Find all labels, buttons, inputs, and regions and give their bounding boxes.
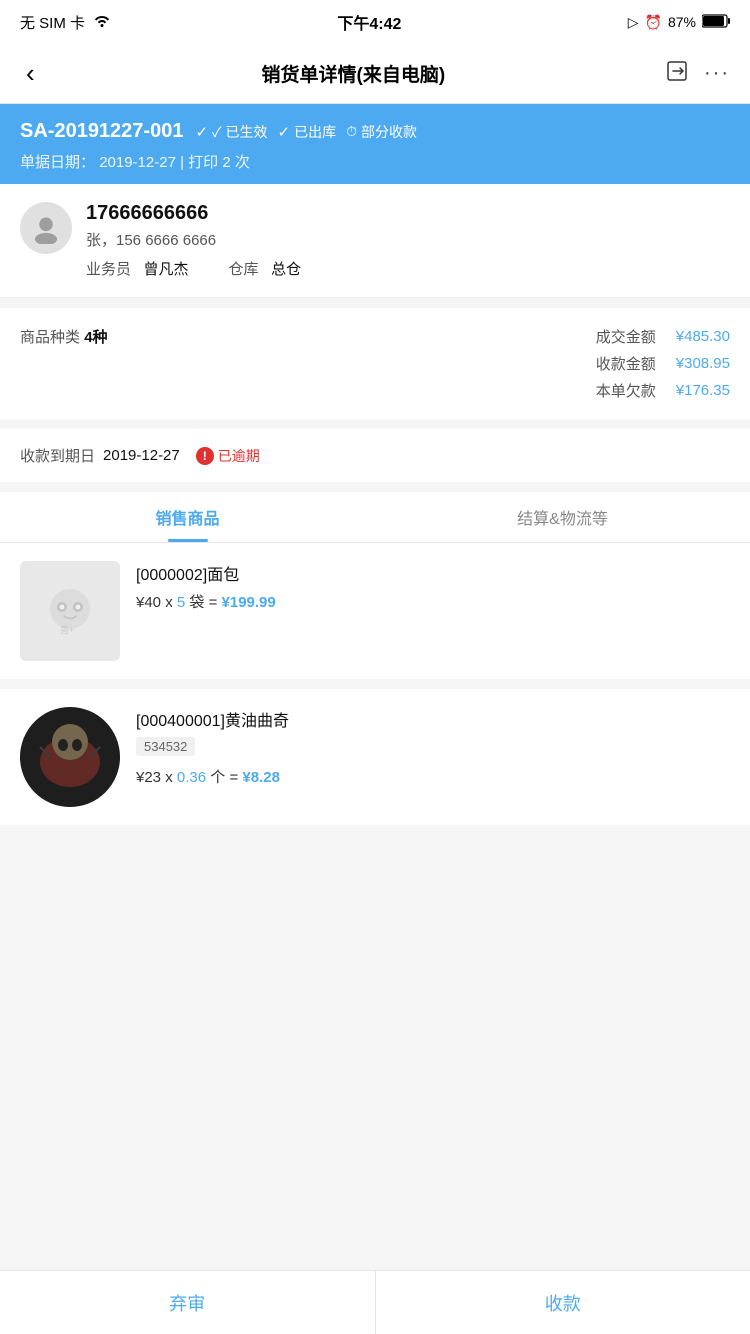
more-button[interactable]: ··· — [704, 62, 730, 85]
status-bar: 无 SIM 卡 下午4:42 ▷ ⏰ 87% — [0, 0, 750, 44]
back-button[interactable]: ‹ — [20, 58, 41, 89]
wifi-icon — [93, 13, 111, 31]
order-date: 单据日期： 2019-12-27 | 打印 2 次 — [20, 151, 730, 172]
badge-shipped: ✓ 已出库 — [278, 122, 337, 142]
badge-partial: ⏱ 部分收款 — [346, 122, 417, 142]
deal-label: 成交金额 — [596, 326, 656, 347]
battery-icon — [702, 14, 730, 31]
tab-sales-products[interactable]: 销售商品 — [0, 492, 375, 542]
warehouse-name: 总仓 — [271, 261, 301, 278]
tab-settlement[interactable]: 结算&物流等 — [375, 492, 750, 542]
collect-payment-button[interactable]: 收款 — [376, 1271, 750, 1334]
deal-amount: ¥485.30 — [676, 328, 730, 345]
overdue-text: 已逾期 — [218, 446, 260, 466]
product-price-1: ¥40 x 5 袋 = ¥199.99 — [136, 591, 730, 612]
customer-section: 17666666666 张，156 6666 6666 业务员 曾凡杰 仓库 总… — [0, 184, 750, 298]
summary-section: 商品种类 4种 成交金额 ¥485.30 收款金额 ¥308.95 本单欠款 ¥… — [0, 308, 750, 419]
order-banner: SA-20191227-001 ✓ ✓ 已生效 ✓ 已出库 ⏱ 部分收款 单据日… — [0, 104, 750, 184]
product-batch: 534532 — [136, 737, 195, 756]
location-icon: ▷ — [628, 14, 639, 31]
collected-label: 收款金额 — [596, 353, 656, 374]
order-id: SA-20191227-001 — [20, 120, 183, 143]
product-thumbnail-2 — [20, 707, 120, 807]
customer-avatar — [20, 202, 72, 254]
product-name-2: [000400001]黄油曲奇 — [136, 707, 730, 731]
product-item: 兽+ [0000002]面包 ¥40 x 5 袋 = ¥199.99 — [0, 543, 750, 679]
product-item: [000400001]黄油曲奇 534532 ¥23 x 0.36 个 = ¥8… — [0, 689, 750, 825]
alarm-icon: ⏰ — [645, 14, 662, 31]
customer-meta: 业务员 曾凡杰 仓库 总仓 — [86, 258, 730, 279]
product-price-2: ¥23 x 0.36 个 = ¥8.28 — [136, 766, 730, 787]
carrier-label: 无 SIM 卡 — [20, 12, 85, 33]
customer-name: 17666666666 — [86, 202, 730, 225]
svg-text:兽+: 兽+ — [60, 624, 74, 635]
overdue-icon: ! — [196, 447, 214, 465]
battery-label: 87% — [668, 14, 696, 30]
nav-title: 销货单详情(来自电脑) — [262, 60, 446, 87]
due-date: 2019-12-27 — [103, 447, 180, 464]
product-name-1: [0000002]面包 — [136, 561, 730, 585]
due-date-section: 收款到期日 2019-12-27 ! 已逾期 — [0, 429, 750, 482]
share-button[interactable] — [666, 60, 688, 88]
cancel-review-button[interactable]: 弃审 — [0, 1271, 376, 1334]
product-details-1: [0000002]面包 ¥40 x 5 袋 = ¥199.99 — [136, 561, 730, 612]
badge-activated: ✓ ✓ 已生效 — [195, 122, 267, 142]
due-label: 收款到期日 — [20, 445, 95, 466]
nav-bar: ‹ 销货单详情(来自电脑) ··· — [0, 44, 750, 104]
amount-summary: 成交金额 ¥485.30 收款金额 ¥308.95 本单欠款 ¥176.35 — [596, 326, 730, 401]
overdue-badge: ! 已逾期 — [196, 446, 260, 466]
status-time: 下午4:42 — [337, 10, 401, 34]
owed-label: 本单欠款 — [596, 380, 656, 401]
collected-amount: ¥308.95 — [676, 355, 730, 372]
customer-phone: 张，156 6666 6666 — [86, 229, 730, 250]
product-thumbnail-1: 兽+ — [20, 561, 120, 661]
sales-name: 曾凡杰 — [144, 261, 189, 278]
product-type-summary: 商品种类 4种 — [20, 326, 108, 401]
tabs-section: 销售商品 结算&物流等 — [0, 492, 750, 543]
product-details-2: [000400001]黄油曲奇 534532 ¥23 x 0.36 个 = ¥8… — [136, 707, 730, 787]
owed-amount: ¥176.35 — [676, 382, 730, 399]
bottom-bar: 弃审 收款 — [0, 1270, 750, 1334]
products-list: 兽+ [0000002]面包 ¥40 x 5 袋 = ¥199.99 — [0, 543, 750, 825]
